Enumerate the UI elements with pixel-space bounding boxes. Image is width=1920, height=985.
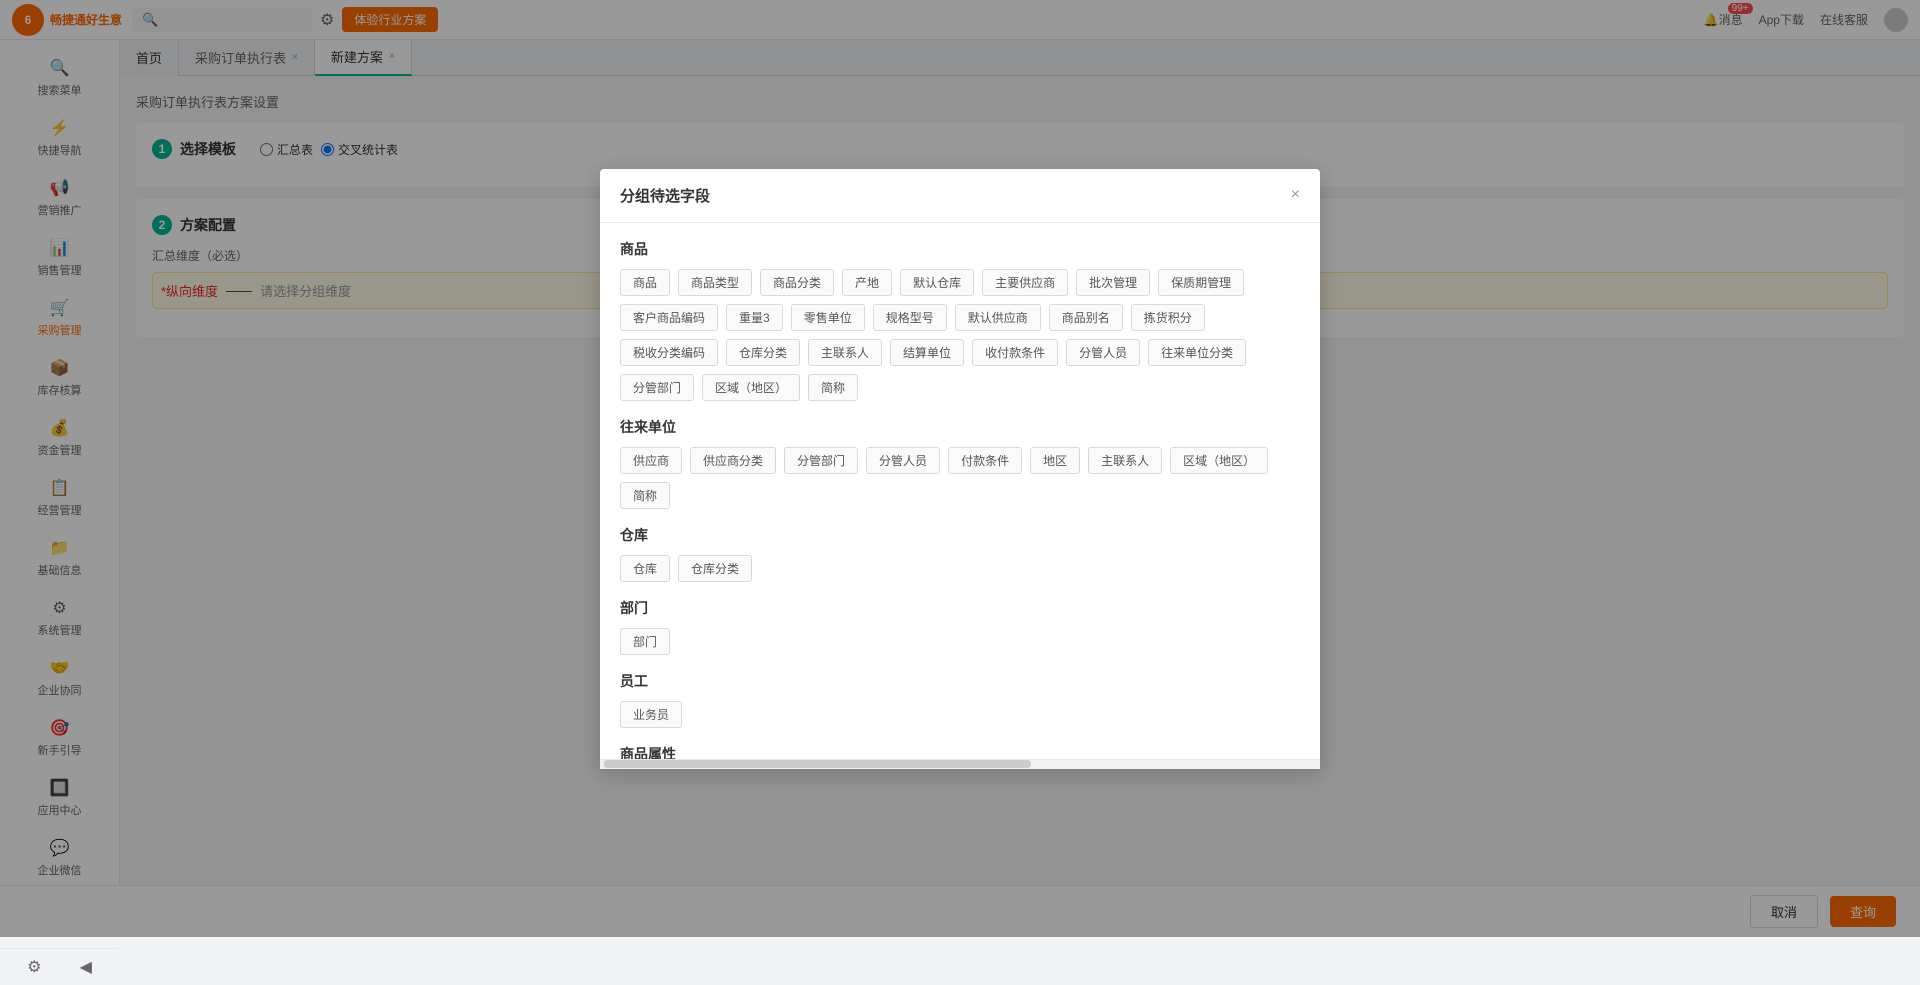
section-warehouse-title: 仓库 (620, 525, 1300, 545)
section-product-title: 商品 (620, 239, 1300, 259)
field-tag-origin[interactable]: 产地 (842, 269, 892, 296)
field-tag-main-supplier[interactable]: 主要供应商 (982, 269, 1068, 296)
field-tag-area[interactable]: 地区 (1030, 447, 1080, 474)
field-tag-default-supplier[interactable]: 默认供应商 (955, 304, 1041, 331)
field-tag-tax-code[interactable]: 税收分类编码 (620, 339, 718, 366)
section-product-attr: 商品属性 属性 颜色 多规格 尺码 鞋码 1 (620, 744, 1300, 759)
field-tag-partner-category[interactable]: 往来单位分类 (1148, 339, 1246, 366)
section-product-attr-title: 商品属性 (620, 744, 1300, 759)
collapse-icon[interactable]: ◀ (80, 957, 92, 977)
field-tag-region-product[interactable]: 区域（地区） (702, 374, 800, 401)
section-partner-title: 往来单位 (620, 417, 1300, 437)
field-tag-payment-conditions[interactable]: 收付款条件 (972, 339, 1058, 366)
sidebar-bottom: ⚙ ◀ (0, 948, 119, 985)
field-tag-supervisor[interactable]: 分管人员 (1066, 339, 1140, 366)
field-tag-default-warehouse[interactable]: 默认仓库 (900, 269, 974, 296)
field-tag-region-partner[interactable]: 区域（地区） (1170, 447, 1268, 474)
field-tag-warehouse-category[interactable]: 仓库分类 (726, 339, 800, 366)
field-tag-salesperson[interactable]: 业务员 (620, 701, 682, 728)
field-tag-main-contact[interactable]: 主联系人 (808, 339, 882, 366)
field-tag-supplier-category[interactable]: 供应商分类 (690, 447, 776, 474)
product-field-tags: 商品 商品类型 商品分类 产地 默认仓库 主要供应商 批次管理 保质期管理 客户… (620, 269, 1300, 401)
settings-icon[interactable]: ⚙ (27, 957, 41, 977)
section-product: 商品 商品 商品类型 商品分类 产地 默认仓库 主要供应商 批次管理 保质期管理… (620, 239, 1300, 401)
field-tag-warehouse-cat[interactable]: 仓库分类 (678, 555, 752, 582)
field-tag-dept-supervisor[interactable]: 分管部门 (620, 374, 694, 401)
field-tag-product-type[interactable]: 商品类型 (678, 269, 752, 296)
modal-header: 分组待选字段 × (600, 169, 1320, 223)
field-tag-payment-term[interactable]: 付款条件 (948, 447, 1022, 474)
field-tag-retail-unit[interactable]: 零售单位 (791, 304, 865, 331)
modal-horizontal-scrollbar[interactable] (600, 759, 1320, 769)
section-warehouse: 仓库 仓库 仓库分类 (620, 525, 1300, 582)
department-field-tags: 部门 (620, 628, 1300, 655)
modal-body: 商品 商品 商品类型 商品分类 产地 默认仓库 主要供应商 批次管理 保质期管理… (600, 223, 1320, 759)
field-tag-main-contact-partner[interactable]: 主联系人 (1088, 447, 1162, 474)
partner-field-tags: 供应商 供应商分类 分管部门 分管人员 付款条件 地区 主联系人 区域（地区） … (620, 447, 1300, 509)
modal-close-button[interactable]: × (1291, 186, 1300, 204)
field-tag-pick-points[interactable]: 拣货积分 (1131, 304, 1205, 331)
field-tag-dept[interactable]: 分管部门 (784, 447, 858, 474)
field-tag-weight3[interactable]: 重量3 (726, 304, 783, 331)
field-tag-settlement-unit[interactable]: 结算单位 (890, 339, 964, 366)
section-department: 部门 部门 (620, 598, 1300, 655)
section-employee: 员工 业务员 (620, 671, 1300, 728)
field-tag-abbr-partner[interactable]: 简称 (620, 482, 670, 509)
employee-field-tags: 业务员 (620, 701, 1300, 728)
section-partner: 往来单位 供应商 供应商分类 分管部门 分管人员 付款条件 地区 主联系人 区域… (620, 417, 1300, 509)
field-tag-spec-model[interactable]: 规格型号 (873, 304, 947, 331)
field-tag-customer-code[interactable]: 客户商品编码 (620, 304, 718, 331)
field-tag-warehouse[interactable]: 仓库 (620, 555, 670, 582)
field-tag-product-alias[interactable]: 商品别名 (1049, 304, 1123, 331)
warehouse-field-tags: 仓库 仓库分类 (620, 555, 1300, 582)
modal-title: 分组待选字段 (620, 185, 710, 206)
field-select-modal: 分组待选字段 × 商品 商品 商品类型 商品分类 产地 默认仓库 主要供应商 批… (600, 169, 1320, 769)
modal-overlay: 分组待选字段 × 商品 商品 商品类型 商品分类 产地 默认仓库 主要供应商 批… (0, 0, 1920, 937)
field-tag-abbr-product[interactable]: 简称 (808, 374, 858, 401)
field-tag-product-category[interactable]: 商品分类 (760, 269, 834, 296)
section-employee-title: 员工 (620, 671, 1300, 691)
field-tag-batch-mgmt[interactable]: 批次管理 (1076, 269, 1150, 296)
modal-scrollbar-thumb (604, 760, 1031, 768)
field-tag-department[interactable]: 部门 (620, 628, 670, 655)
field-tag-shelf-life[interactable]: 保质期管理 (1158, 269, 1244, 296)
field-tag-product[interactable]: 商品 (620, 269, 670, 296)
field-tag-supplier[interactable]: 供应商 (620, 447, 682, 474)
field-tag-personnel[interactable]: 分管人员 (866, 447, 940, 474)
section-department-title: 部门 (620, 598, 1300, 618)
